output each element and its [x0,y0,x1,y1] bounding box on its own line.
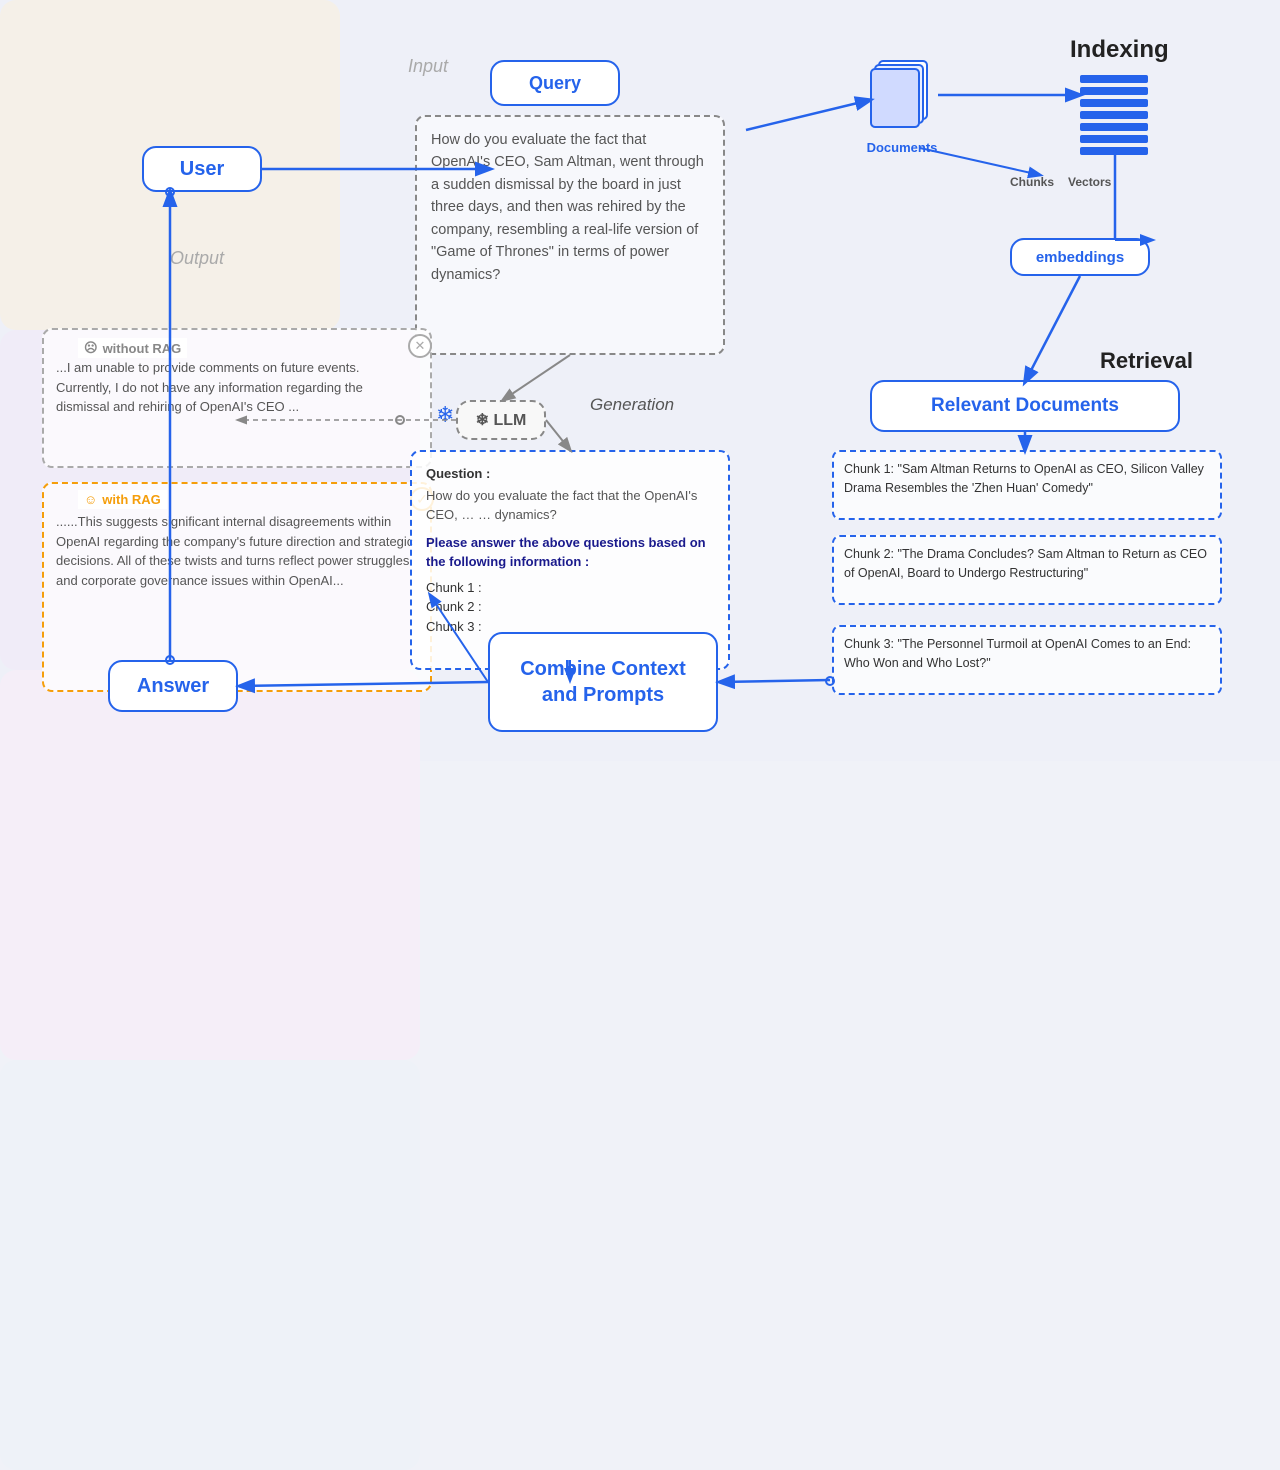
smile-icon: ☺ [84,492,97,507]
vector-bar-4 [1080,111,1148,119]
user-node: User [142,146,262,192]
vector-bar-5 [1080,123,1148,131]
documents-label: Documents [862,140,942,155]
answer-node: Answer [108,660,238,712]
without-rag-label: ☹ without RAG [78,338,187,358]
vectors-label: Vectors [1068,175,1111,189]
documents-icon [870,60,930,128]
gen-question-text: How do you evaluate the fact that the Op… [426,486,714,525]
vector-bar-3 [1080,99,1148,107]
llm-node: ❄ LLM [456,400,546,440]
input-label: Input [408,56,448,77]
rag-diagram: Input Indexing Retrieval Output Generati… [0,0,1280,761]
output-label: Output [170,248,224,269]
chunks-label: Chunks [1010,175,1054,189]
gen-question-label: Question : [426,464,714,484]
combine-node: Combine Context and Prompts [488,632,718,732]
vectors-icon [1080,75,1148,159]
gen-chunk2: Chunk 2 : [426,597,714,617]
indexing-label: Indexing [1070,36,1169,64]
x-icon: ✕ [408,334,432,358]
generation-label: Generation [590,395,674,415]
with-rag-label: ☺ with RAG [78,490,167,509]
output-area [0,1060,420,1470]
snowflake-icon: ❄ [436,402,454,428]
with-rag-box: ......This suggests significant internal… [42,482,432,692]
vector-bar-7 [1080,147,1148,155]
doc-page-1 [870,68,920,128]
gen-chunk1: Chunk 1 : [426,578,714,598]
retrieval-label: Retrieval [1100,348,1193,374]
gen-please-text: Please answer the above questions based … [426,533,714,572]
with-rag-text: ......This suggests significant internal… [56,514,413,588]
relevant-docs-node: Relevant Documents [870,380,1180,432]
sad-icon: ☹ [84,340,98,356]
vector-bar-1 [1080,75,1148,83]
without-rag-text: ...I am unable to provide comments on fu… [56,360,363,414]
vector-bar-6 [1080,135,1148,143]
query-text-box: How do you evaluate the fact that OpenAI… [415,115,725,355]
chunk3-box: Chunk 3: "The Personnel Turmoil at OpenA… [832,625,1222,695]
chunk1-box: Chunk 1: "Sam Altman Returns to OpenAI a… [832,450,1222,520]
vector-bar-2 [1080,87,1148,95]
embeddings-node: embeddings [1010,238,1150,276]
retrieval-area [0,670,420,1060]
query-node: Query [490,60,620,106]
chunk2-box: Chunk 2: "The Drama Concludes? Sam Altma… [832,535,1222,605]
